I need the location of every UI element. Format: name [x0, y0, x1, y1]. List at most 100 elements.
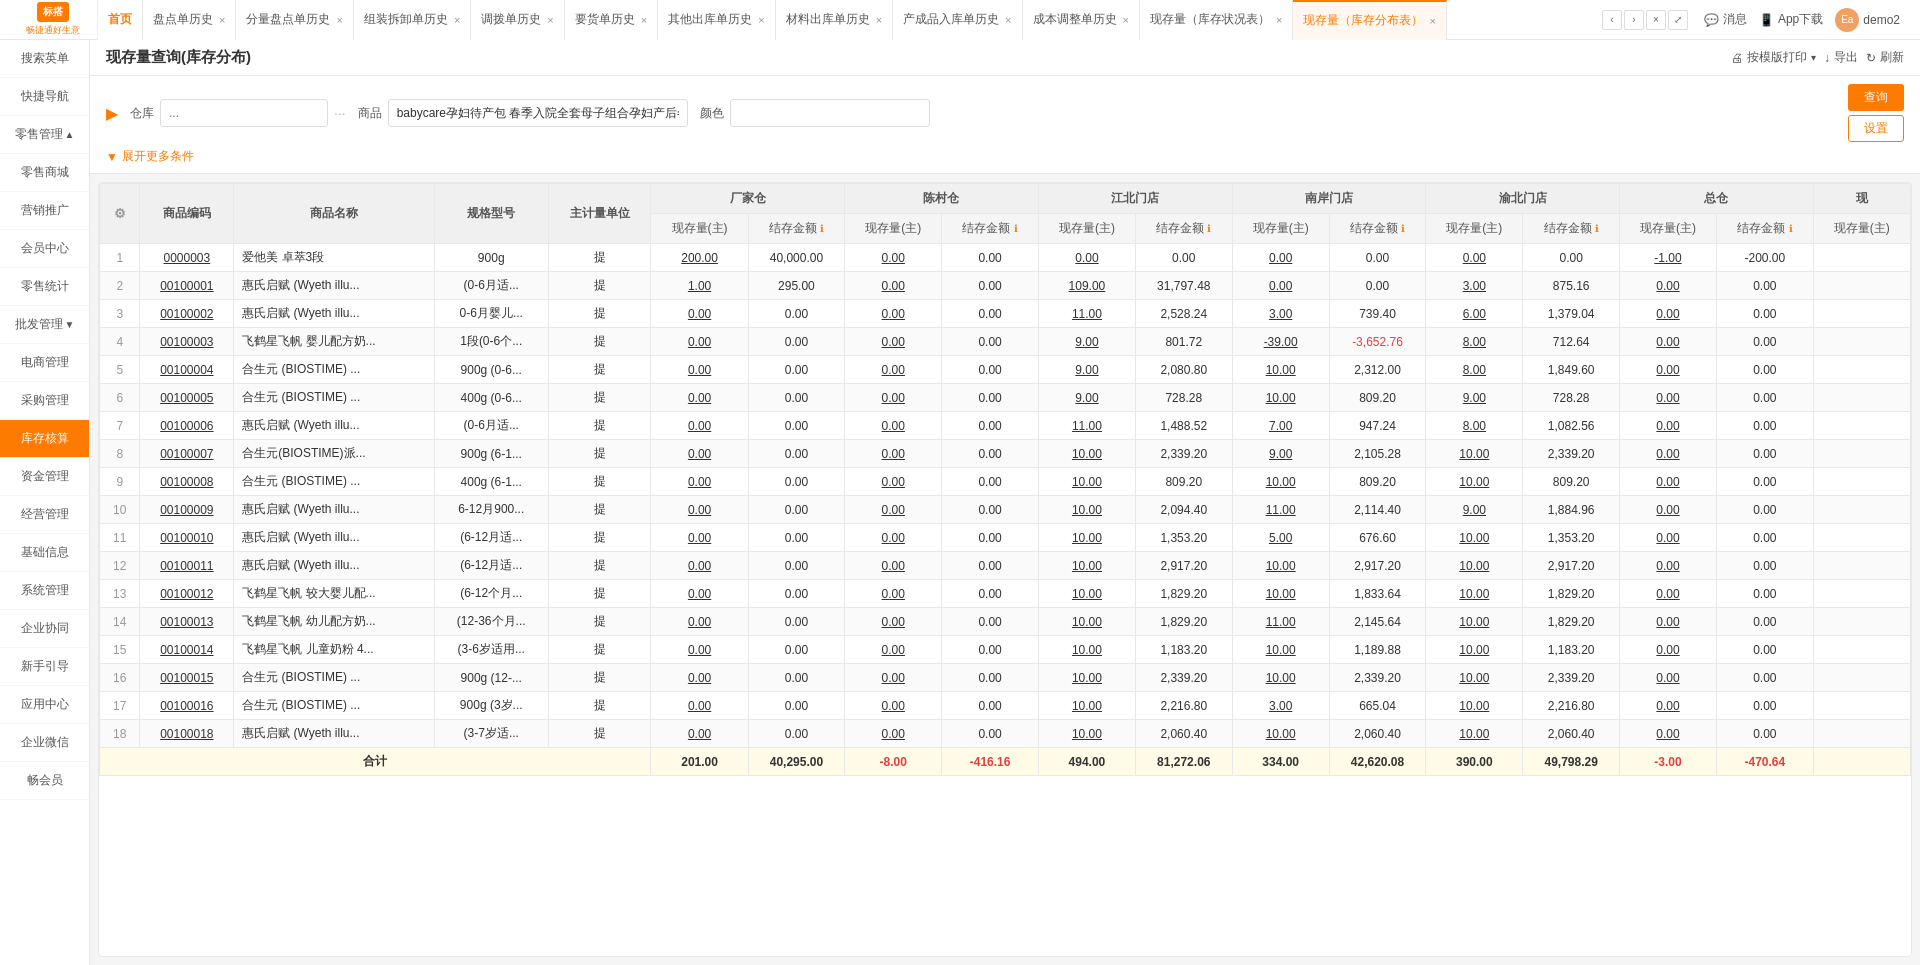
sidebar-item-inventory[interactable]: 库存核算	[0, 420, 89, 458]
goods-input[interactable]	[388, 99, 688, 127]
tab-other-outbound[interactable]: 其他出库单历史 ×	[658, 0, 775, 40]
cell-c5q: 9.00	[1426, 496, 1523, 524]
tab-finished-inbound[interactable]: 产成品入库单历史 ×	[893, 0, 1022, 40]
table-row: 5 00100004 合生元 (BIOSTIME) ... 900g (0-6.…	[100, 356, 1911, 384]
cell-c5q: 10.00	[1426, 664, 1523, 692]
tab-home[interactable]: 首页	[98, 0, 143, 40]
cell-c6a: 0.00	[1717, 440, 1813, 468]
sidebar-item-member-center[interactable]: 会员中心	[0, 230, 89, 268]
sidebar-item-app-center[interactable]: 应用中心	[0, 686, 89, 724]
cell-c2a: 0.00	[942, 272, 1038, 300]
cell-c4q: 0.00	[1232, 244, 1329, 272]
cell-extra	[1813, 384, 1910, 412]
app-download-btn[interactable]: 📱 App下载	[1759, 11, 1823, 28]
cell-c2q: 0.00	[845, 356, 942, 384]
sidebar-item-finance[interactable]: 资金管理	[0, 458, 89, 496]
sidebar-item-retail-mgmt[interactable]: 零售管理 ▲	[0, 116, 89, 154]
total-c1q: 201.00	[651, 748, 748, 776]
tab-cost-adjust[interactable]: 成本调整单历史 ×	[1023, 0, 1140, 40]
tab-prev-btn[interactable]: ‹	[1602, 10, 1622, 30]
tab-close-btn[interactable]: ×	[1646, 10, 1666, 30]
cell-c1q: 200.00	[651, 244, 748, 272]
sidebar-item-system-mgmt[interactable]: 系统管理	[0, 572, 89, 610]
filter-color: 颜色	[700, 99, 930, 127]
cell-c6a: 0.00	[1717, 468, 1813, 496]
cell-c5a: 1,884.96	[1523, 496, 1619, 524]
tab-portion-stocktake[interactable]: 分量盘点单历史 ×	[236, 0, 353, 40]
cell-spec: (6-12月适...	[434, 552, 548, 580]
tab-maximize-btn[interactable]: ⤢	[1668, 10, 1688, 30]
sidebar-item-enterprise-collab[interactable]: 企业协同	[0, 610, 89, 648]
warehouse-input[interactable]	[160, 99, 328, 127]
cell-c3a: 2,080.80	[1136, 356, 1232, 384]
cell-unit: 提	[548, 608, 651, 636]
sidebar-item-new-user-guide[interactable]: 新手引导	[0, 648, 89, 686]
cell-c6q: 0.00	[1619, 272, 1716, 300]
th-nanan-amt: 结存金额 ℹ	[1329, 214, 1425, 244]
tab-transfer-history[interactable]: 调拨单历史 ×	[471, 0, 564, 40]
cell-extra	[1813, 692, 1910, 720]
cell-code: 00100005	[140, 384, 234, 412]
th-yubei-store: 渝北门店	[1426, 184, 1620, 214]
cell-c1q: 0.00	[651, 524, 748, 552]
cell-name: 飞鹤星飞帆 幼儿配方奶...	[234, 608, 434, 636]
refresh-btn[interactable]: ↻ 刷新	[1866, 49, 1904, 66]
sidebar-item-operations[interactable]: 经营管理	[0, 496, 89, 534]
cell-c2a: 0.00	[942, 328, 1038, 356]
cell-c1a: 0.00	[748, 328, 844, 356]
cell-c4q: 9.00	[1232, 440, 1329, 468]
th-factory-amt: 结存金额 ℹ	[748, 214, 844, 244]
sidebar-item-basic-info[interactable]: 基础信息	[0, 534, 89, 572]
export-btn[interactable]: ↓ 导出	[1824, 49, 1858, 66]
cell-c4a: 665.04	[1329, 692, 1425, 720]
cell-unit: 提	[548, 496, 651, 524]
message-btn[interactable]: 💬 消息	[1704, 11, 1747, 28]
sidebar-item-retail-stats[interactable]: 零售统计	[0, 268, 89, 306]
gear-icon[interactable]: ⚙	[114, 206, 126, 221]
cell-c4a: 2,060.40	[1329, 720, 1425, 748]
user-btn[interactable]: Ea demo2	[1835, 8, 1900, 32]
sidebar-item-search[interactable]: 搜索英单	[0, 40, 89, 78]
cell-c5a: 2,917.20	[1523, 552, 1619, 580]
sidebar-item-purchase[interactable]: 采购管理	[0, 382, 89, 420]
tab-material-outbound[interactable]: 材料出库单历史 ×	[776, 0, 893, 40]
cell-c1q: 0.00	[651, 636, 748, 664]
cell-c4a: 2,312.00	[1329, 356, 1425, 384]
filter-collapse-btn[interactable]: ▶	[106, 104, 118, 123]
cell-c6a: 0.00	[1717, 496, 1813, 524]
setting-btn[interactable]: 设置	[1848, 115, 1904, 142]
cell-c5q: 10.00	[1426, 636, 1523, 664]
sidebar-item-marketing[interactable]: 营销推广	[0, 192, 89, 230]
tab-assembly-disassembly[interactable]: 组装拆卸单历史 ×	[354, 0, 471, 40]
sidebar-item-enterprise-wechat[interactable]: 企业微信	[0, 724, 89, 762]
top-nav: 标搭 畅捷通好生意 首页 盘点单历史 × 分量盘点单历史 × 组装拆卸单历史 ×…	[0, 0, 1920, 40]
tab-next-btn[interactable]: ›	[1624, 10, 1644, 30]
print-btn[interactable]: 🖨 按模版打印 ▾	[1731, 49, 1816, 66]
color-input[interactable]	[730, 99, 930, 127]
sidebar-item-wholesale-mgmt[interactable]: 批发管理 ▼	[0, 306, 89, 344]
cell-c3a: 2,528.24	[1136, 300, 1232, 328]
tab-stocktake-history[interactable]: 盘点单历史 ×	[143, 0, 236, 40]
tab-inventory-distribution[interactable]: 现存量（库存分布表） ×	[1293, 0, 1446, 40]
sidebar-item-ecommerce[interactable]: 电商管理	[0, 344, 89, 382]
cell-c4a: 1,833.64	[1329, 580, 1425, 608]
sidebar-item-retail-mall[interactable]: 零售商城	[0, 154, 89, 192]
th-jiangbei-amt: 结存金额 ℹ	[1136, 214, 1232, 244]
total-c1a: 40,295.00	[748, 748, 844, 776]
tab-inventory-status[interactable]: 现存量（库存状况表） ×	[1140, 0, 1293, 40]
cell-extra	[1813, 356, 1910, 384]
cell-c3q: 0.00	[1038, 244, 1135, 272]
cell-c4a: 2,105.28	[1329, 440, 1425, 468]
query-btn[interactable]: 查询	[1848, 84, 1904, 111]
cell-c3a: 1,353.20	[1136, 524, 1232, 552]
cell-c6q: 0.00	[1619, 468, 1716, 496]
cell-code: 00100018	[140, 720, 234, 748]
cell-spec: 400g (0-6...	[434, 384, 548, 412]
cell-c4q: 10.00	[1232, 384, 1329, 412]
sidebar-item-shortcuts[interactable]: 快捷导航	[0, 78, 89, 116]
cell-c5a: 875.16	[1523, 272, 1619, 300]
cell-unit: 提	[548, 552, 651, 580]
expand-more-btn[interactable]: ▼ 展开更多条件	[106, 148, 1904, 165]
tab-requisition[interactable]: 要货单历史 ×	[565, 0, 658, 40]
sidebar-item-members[interactable]: 畅会员	[0, 762, 89, 800]
